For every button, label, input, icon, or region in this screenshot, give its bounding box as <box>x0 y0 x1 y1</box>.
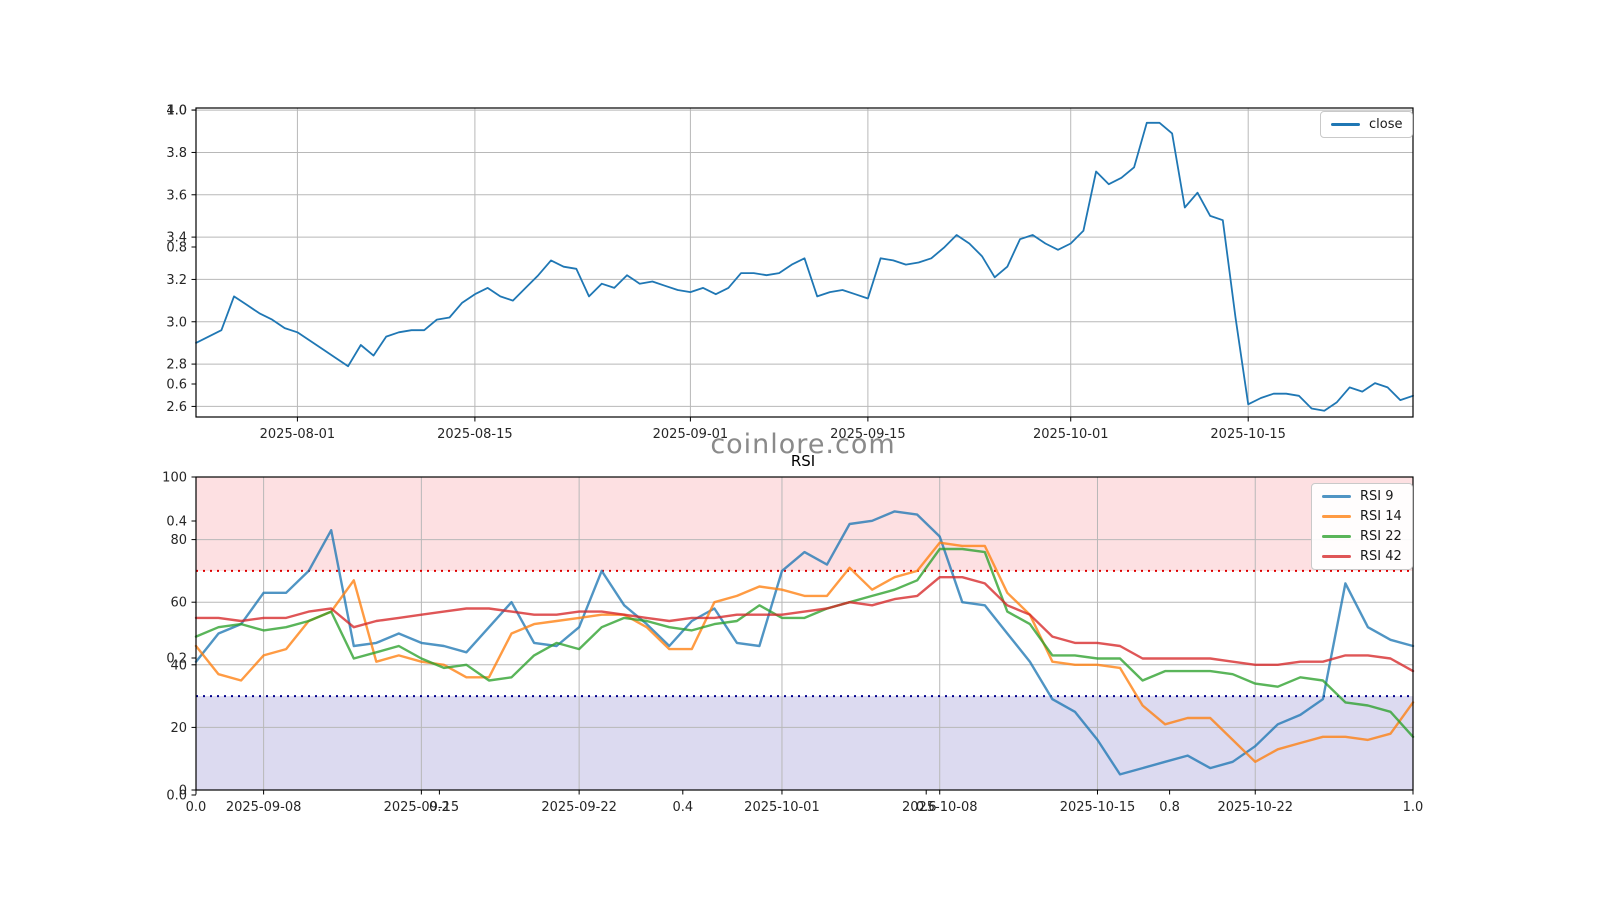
overlay-x-tick-label: 0.0 <box>186 800 207 815</box>
x-tick-label: 2025-10-01 <box>744 800 820 815</box>
overlay-x-tick-label: 0.8 <box>1159 800 1180 815</box>
legend-line-sample <box>1322 555 1351 558</box>
y-tick-label: 2.6 <box>166 400 187 415</box>
legend-item-rsi-9: RSI 9 <box>1322 489 1402 504</box>
y-tick-label: 80 <box>170 533 187 548</box>
x-tick-label: 2025-10-22 <box>1217 800 1293 815</box>
x-tick-label: 2025-08-01 <box>260 427 336 442</box>
rsi-legend: RSI 9 RSI 14 RSI 22 RSI 42 <box>1311 483 1413 570</box>
legend-item-rsi-42: RSI 42 <box>1322 549 1402 564</box>
rsi-bands <box>196 477 1413 790</box>
overlay-y-tick-label: 0.6 <box>166 378 187 393</box>
legend-line-sample <box>1331 123 1360 126</box>
x-tick-label: 2025-10-15 <box>1060 800 1136 815</box>
x-tick-label: 2025-10-08 <box>902 800 978 815</box>
y-tick-label: 3.6 <box>166 188 187 203</box>
rsi-42-line <box>194 576 1415 673</box>
x-tick-label: 2025-08-15 <box>437 427 513 442</box>
x-tick-label: 2025-09-08 <box>226 800 302 815</box>
y-tick-label: 3.0 <box>166 315 187 330</box>
y-tick-label: 3.2 <box>166 273 187 288</box>
close-line <box>195 121 1414 412</box>
overbought-band <box>196 477 1413 571</box>
rsi-threshold-lines <box>196 569 1413 698</box>
overlay-y-tick-label: 1.0 <box>166 104 187 119</box>
overlay-x-tick-label: 0.6 <box>916 800 937 815</box>
legend-label: RSI 22 <box>1360 529 1402 544</box>
y-tick-label: 60 <box>170 596 187 611</box>
overlay-y-tick-label: 0.2 <box>166 652 187 667</box>
overlay-x-tick-label: 0.2 <box>429 800 450 815</box>
legend-item-close: close <box>1331 117 1402 132</box>
overlay-x-tick-label: 1.0 <box>1403 800 1424 815</box>
legend-line-sample <box>1322 535 1351 538</box>
price-legend: close <box>1320 111 1414 138</box>
legend-label: RSI 14 <box>1360 509 1402 524</box>
overlay-y-tick-label: 0.0 <box>166 789 187 804</box>
x-tick-label: 2025-10-15 <box>1210 427 1286 442</box>
legend-label: RSI 9 <box>1360 489 1394 504</box>
oversold-band <box>196 696 1413 790</box>
y-tick-label: 20 <box>170 721 187 736</box>
legend-label: close <box>1369 117 1403 132</box>
x-tick-label: 2025-09-22 <box>541 800 617 815</box>
rsi-subplot-title: RSI <box>790 452 816 470</box>
legend-line-sample <box>1322 495 1351 498</box>
legend-item-rsi-14: RSI 14 <box>1322 509 1402 524</box>
price-chart-axes: 2.62.83.03.23.43.63.84.02025-08-01 2025-0… <box>166 104 1413 442</box>
y-tick-label: 100 <box>162 471 187 486</box>
price-series <box>195 121 1414 412</box>
figure: 2.6 2.8 3.0 3.2 3.4 3.6 3.8 4.0 2025-08-01 2025-0… <box>0 0 1600 900</box>
legend-item-rsi-22: RSI 22 <box>1322 529 1402 544</box>
x-tick-label: 2025-10-01 <box>1033 427 1109 442</box>
legend-label: RSI 42 <box>1360 549 1402 564</box>
overlay-y-tick-label: 0.4 <box>166 515 187 530</box>
overlay-x-tick-label: 0.4 <box>672 800 693 815</box>
legend-line-sample <box>1322 515 1351 518</box>
overlay-y-tick-label: 0.8 <box>166 241 187 256</box>
y-tick-label: 3.8 <box>166 146 187 161</box>
y-tick-label: 2.8 <box>166 358 187 373</box>
